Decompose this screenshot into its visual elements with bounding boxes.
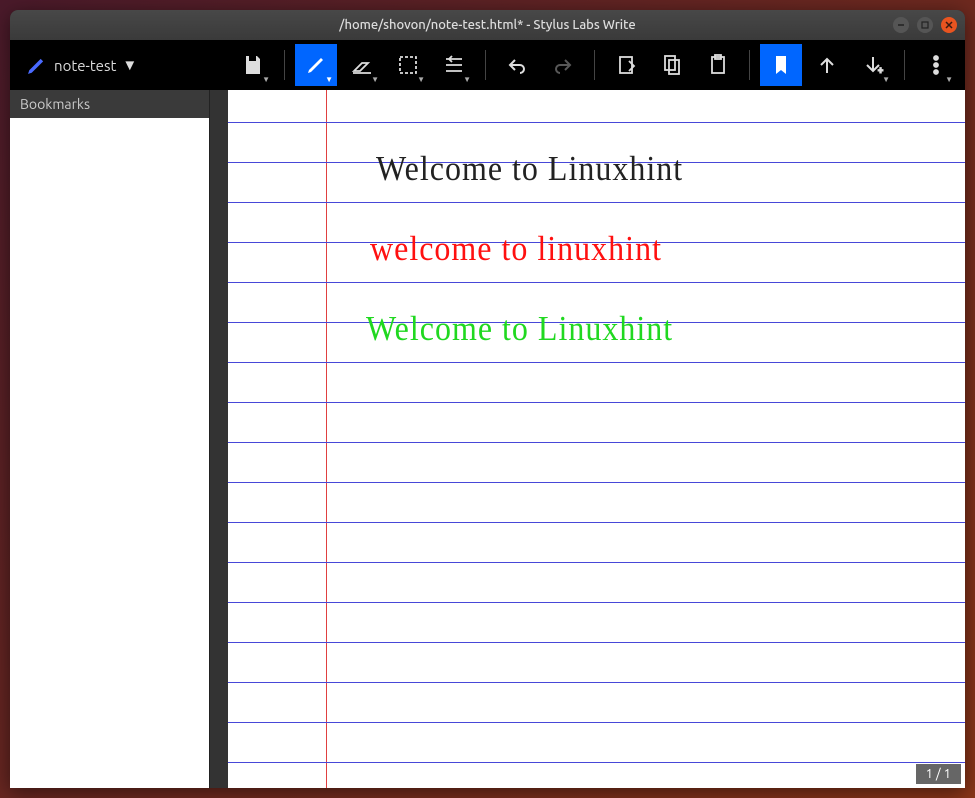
bookmark-icon bbox=[769, 53, 793, 77]
save-button[interactable]: ▼ bbox=[232, 44, 274, 86]
save-icon bbox=[241, 53, 265, 77]
document-name: note-test bbox=[54, 57, 116, 74]
chevron-down-icon: ▼ bbox=[945, 75, 953, 84]
arrow-up-icon bbox=[815, 53, 839, 77]
rule-line bbox=[228, 522, 965, 523]
handwritten-stroke: Welcome to Linuxhint bbox=[366, 308, 673, 349]
handwritten-stroke: Welcome to Linuxhint bbox=[376, 148, 683, 189]
pencil-icon bbox=[26, 54, 48, 76]
rule-line bbox=[228, 682, 965, 683]
rule-line bbox=[228, 402, 965, 403]
bookmarks-list[interactable] bbox=[10, 118, 209, 788]
rule-line bbox=[228, 722, 965, 723]
bookmark-button[interactable] bbox=[760, 44, 802, 86]
window-title: /home/shovon/note-test.html* - Stylus La… bbox=[339, 18, 635, 32]
paste-icon bbox=[706, 53, 730, 77]
rule-line bbox=[228, 642, 965, 643]
copy-icon bbox=[660, 53, 684, 77]
copy-button[interactable] bbox=[651, 44, 693, 86]
redo-button[interactable] bbox=[542, 44, 584, 86]
pen-tool-button[interactable]: ▼ bbox=[295, 44, 337, 86]
chevron-down-icon: ▼ bbox=[371, 75, 379, 84]
document-tab[interactable]: note-test ▼ bbox=[18, 50, 145, 80]
chevron-down-icon: ▼ bbox=[417, 75, 425, 84]
rule-line bbox=[228, 562, 965, 563]
close-button[interactable] bbox=[941, 17, 957, 33]
maximize-button[interactable] bbox=[917, 17, 933, 33]
minimize-button[interactable] bbox=[893, 17, 909, 33]
cut-button[interactable] bbox=[605, 44, 647, 86]
arrow-down-icon: + bbox=[861, 53, 885, 77]
selection-tool-button[interactable]: ▼ bbox=[387, 44, 429, 86]
chevron-down-icon: ▼ bbox=[463, 75, 471, 84]
rule-line bbox=[228, 482, 965, 483]
bookmarks-sidebar: Bookmarks bbox=[10, 90, 210, 788]
insert-space-icon bbox=[442, 53, 466, 77]
handwritten-stroke: welcome to linuxhint bbox=[370, 228, 662, 269]
separator bbox=[904, 50, 905, 80]
chevron-down-icon: ▼ bbox=[882, 75, 890, 84]
eraser-icon bbox=[350, 53, 374, 77]
pen-icon bbox=[304, 53, 328, 77]
next-page-button[interactable]: + ▼ bbox=[852, 44, 894, 86]
app-window: /home/shovon/note-test.html* - Stylus La… bbox=[10, 10, 965, 788]
titlebar: /home/shovon/note-test.html* - Stylus La… bbox=[10, 10, 965, 40]
svg-text:+: + bbox=[878, 65, 883, 75]
rule-line bbox=[228, 362, 965, 363]
rule-line bbox=[228, 762, 965, 763]
chevron-down-icon: ▼ bbox=[262, 75, 270, 84]
insert-space-button[interactable]: ▼ bbox=[433, 44, 475, 86]
rule-line bbox=[228, 122, 965, 123]
separator bbox=[749, 50, 750, 80]
rule-line bbox=[228, 442, 965, 443]
redo-icon bbox=[551, 53, 575, 77]
separator bbox=[594, 50, 595, 80]
page-indicator: 1 / 1 bbox=[916, 764, 961, 784]
toolbar: note-test ▼ ▼ ▼ ▼ ▼ ▼ bbox=[10, 40, 965, 90]
content-area: Bookmarks Welcome to Linuxhint welcome t… bbox=[10, 90, 965, 788]
rule-line bbox=[228, 202, 965, 203]
window-controls bbox=[893, 17, 957, 33]
clipboard-cut-icon bbox=[614, 53, 638, 77]
selection-icon bbox=[396, 53, 420, 77]
undo-icon bbox=[505, 53, 529, 77]
separator bbox=[485, 50, 486, 80]
stroke-eraser-button[interactable]: ▼ bbox=[341, 44, 383, 86]
paste-button[interactable] bbox=[697, 44, 739, 86]
separator bbox=[284, 50, 285, 80]
rule-line bbox=[228, 602, 965, 603]
menu-button[interactable]: ▼ bbox=[915, 44, 957, 86]
margin-line bbox=[326, 90, 327, 788]
sidebar-header: Bookmarks bbox=[10, 90, 209, 118]
canvas-wrap: Welcome to Linuxhint welcome to linuxhin… bbox=[210, 90, 965, 788]
menu-dots-icon bbox=[924, 53, 948, 77]
paper-canvas[interactable]: Welcome to Linuxhint welcome to linuxhin… bbox=[228, 90, 965, 788]
prev-page-button[interactable] bbox=[806, 44, 848, 86]
undo-button[interactable] bbox=[496, 44, 538, 86]
chevron-down-icon: ▼ bbox=[122, 56, 137, 74]
chevron-down-icon: ▼ bbox=[325, 75, 333, 84]
rule-line bbox=[228, 282, 965, 283]
